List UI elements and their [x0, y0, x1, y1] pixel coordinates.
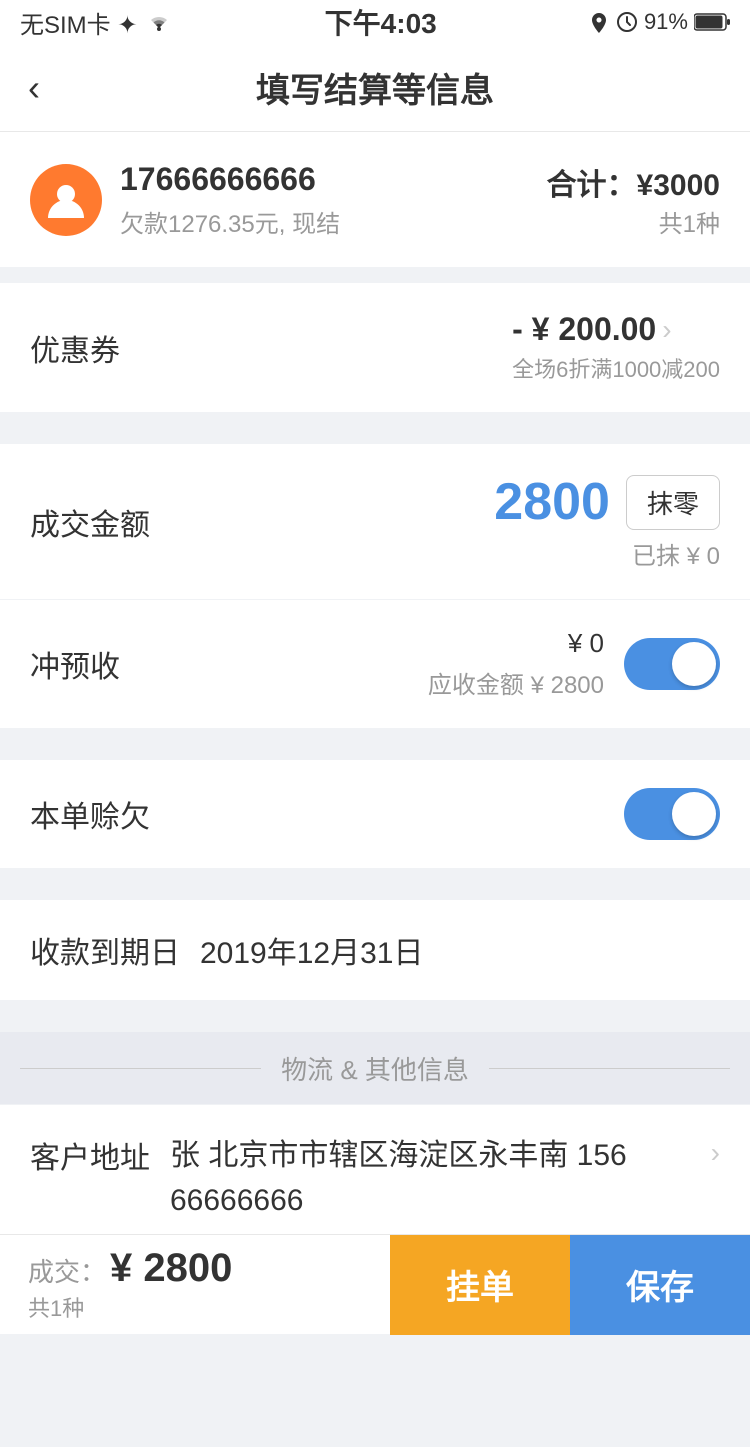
save-button[interactable]: 保存 — [570, 1235, 750, 1335]
deal-amount-sub: 已抹 ¥ 0 — [494, 536, 720, 571]
location-icon — [588, 11, 610, 33]
debt-toggle[interactable] — [624, 788, 720, 840]
customer-total: 合计：¥3000 共1种 — [547, 160, 720, 239]
total-amount: 合计：¥3000 — [547, 160, 720, 204]
debt-section: 本单赊欠 — [0, 760, 750, 868]
coupon-right: - ¥ 200.00 › 全场6折满1000减200 — [512, 311, 720, 384]
coupon-section[interactable]: 优惠券 - ¥ 200.00 › 全场6折满1000减200 — [0, 283, 750, 412]
debt-row: 本单赊欠 — [0, 760, 750, 868]
page-title: 填写结算等信息 — [256, 63, 494, 112]
footer-deal-label: 成交： — [28, 1252, 106, 1289]
due-date-section: 收款到期日 2019年12月31日 — [0, 900, 750, 1000]
footer-amount: ¥ 2800 — [110, 1246, 232, 1291]
prepaid-row: 冲预收 ¥ 0 应收金额 ¥ 2800 — [0, 600, 750, 728]
footer-info: 成交： ¥ 2800 共1种 — [0, 1246, 390, 1323]
footer-count: 共1种 — [28, 1291, 362, 1323]
section-separator-2 — [0, 744, 750, 760]
customer-info-section: 17666666666 欠款1276.35元, 现结 合计：¥3000 共1种 — [0, 132, 750, 267]
battery-level: 91% — [644, 9, 688, 35]
address-chevron-icon: › — [711, 1137, 720, 1169]
footer-bar: 成交： ¥ 2800 共1种 挂单 保存 — [0, 1234, 750, 1334]
battery-icon — [694, 12, 730, 32]
coupon-discount: - ¥ 200.00 — [512, 311, 656, 348]
logistics-divider: 物流 & 其他信息 — [0, 1032, 750, 1104]
status-left: 无SIM卡 ✦ — [20, 5, 173, 40]
user-avatar-icon — [44, 178, 88, 222]
divider-line-right — [489, 1068, 730, 1069]
prepaid-right: ¥ 0 应收金额 ¥ 2800 — [428, 628, 604, 700]
section-separator-4 — [0, 1016, 750, 1032]
deal-amount-row: 成交金额 2800 抹零 已抹 ¥ 0 — [0, 444, 750, 600]
status-bar: 无SIM卡 ✦ 下午4:03 91% — [0, 0, 750, 44]
due-date-label: 收款到期日 — [30, 928, 180, 972]
divider-text: 物流 & 其他信息 — [281, 1050, 469, 1087]
prepaid-amount: ¥ 0 — [568, 628, 604, 659]
coupon-desc: 全场6折满1000减200 — [512, 352, 720, 384]
debt-label: 本单赊欠 — [30, 792, 150, 836]
address-label: 客户地址 — [30, 1133, 150, 1177]
deal-amount-label: 成交金额 — [30, 500, 150, 544]
divider-line-left — [20, 1068, 261, 1069]
coupon-chevron-icon: › — [662, 314, 671, 346]
address-value: 张 北京市市辖区海淀区永丰南 156 66666666 — [170, 1133, 705, 1223]
amount-section: 成交金额 2800 抹零 已抹 ¥ 0 冲预收 ¥ 0 应收金额 ¥ 2800 — [0, 444, 750, 728]
deal-amount-value: 2800 — [494, 472, 610, 532]
page-header: ‹ 填写结算等信息 — [0, 44, 750, 132]
deal-amount-right: 2800 抹零 已抹 ¥ 0 — [494, 472, 720, 571]
due-date-value: 2019年12月31日 — [200, 928, 423, 972]
coupon-label: 优惠券 — [30, 326, 120, 370]
customer-details: 17666666666 欠款1276.35元, 现结 — [120, 161, 340, 239]
round-zero-button[interactable]: 抹零 — [626, 475, 720, 530]
section-separator-1 — [0, 428, 750, 444]
back-button[interactable]: ‹ — [28, 67, 40, 109]
prepaid-sub: 应收金额 ¥ 2800 — [428, 665, 604, 700]
prepaid-toggle[interactable] — [624, 638, 720, 690]
wifi-icon — [145, 12, 173, 32]
clock-icon — [616, 11, 638, 33]
customer-sub: 欠款1276.35元, 现结 — [120, 204, 340, 239]
address-section[interactable]: 客户地址 张 北京市市辖区海淀区永丰南 156 66666666 › — [0, 1104, 750, 1251]
avatar — [30, 164, 102, 236]
total-count: 共1种 — [547, 204, 720, 239]
status-time: 下午4:03 — [325, 2, 437, 42]
prepaid-label: 冲预收 — [30, 642, 120, 686]
customer-phone: 17666666666 — [120, 161, 340, 198]
pending-button[interactable]: 挂单 — [390, 1235, 570, 1335]
sim-label: 无SIM卡 ✦ — [20, 5, 137, 40]
section-separator-3 — [0, 884, 750, 900]
status-right: 91% — [588, 9, 730, 35]
